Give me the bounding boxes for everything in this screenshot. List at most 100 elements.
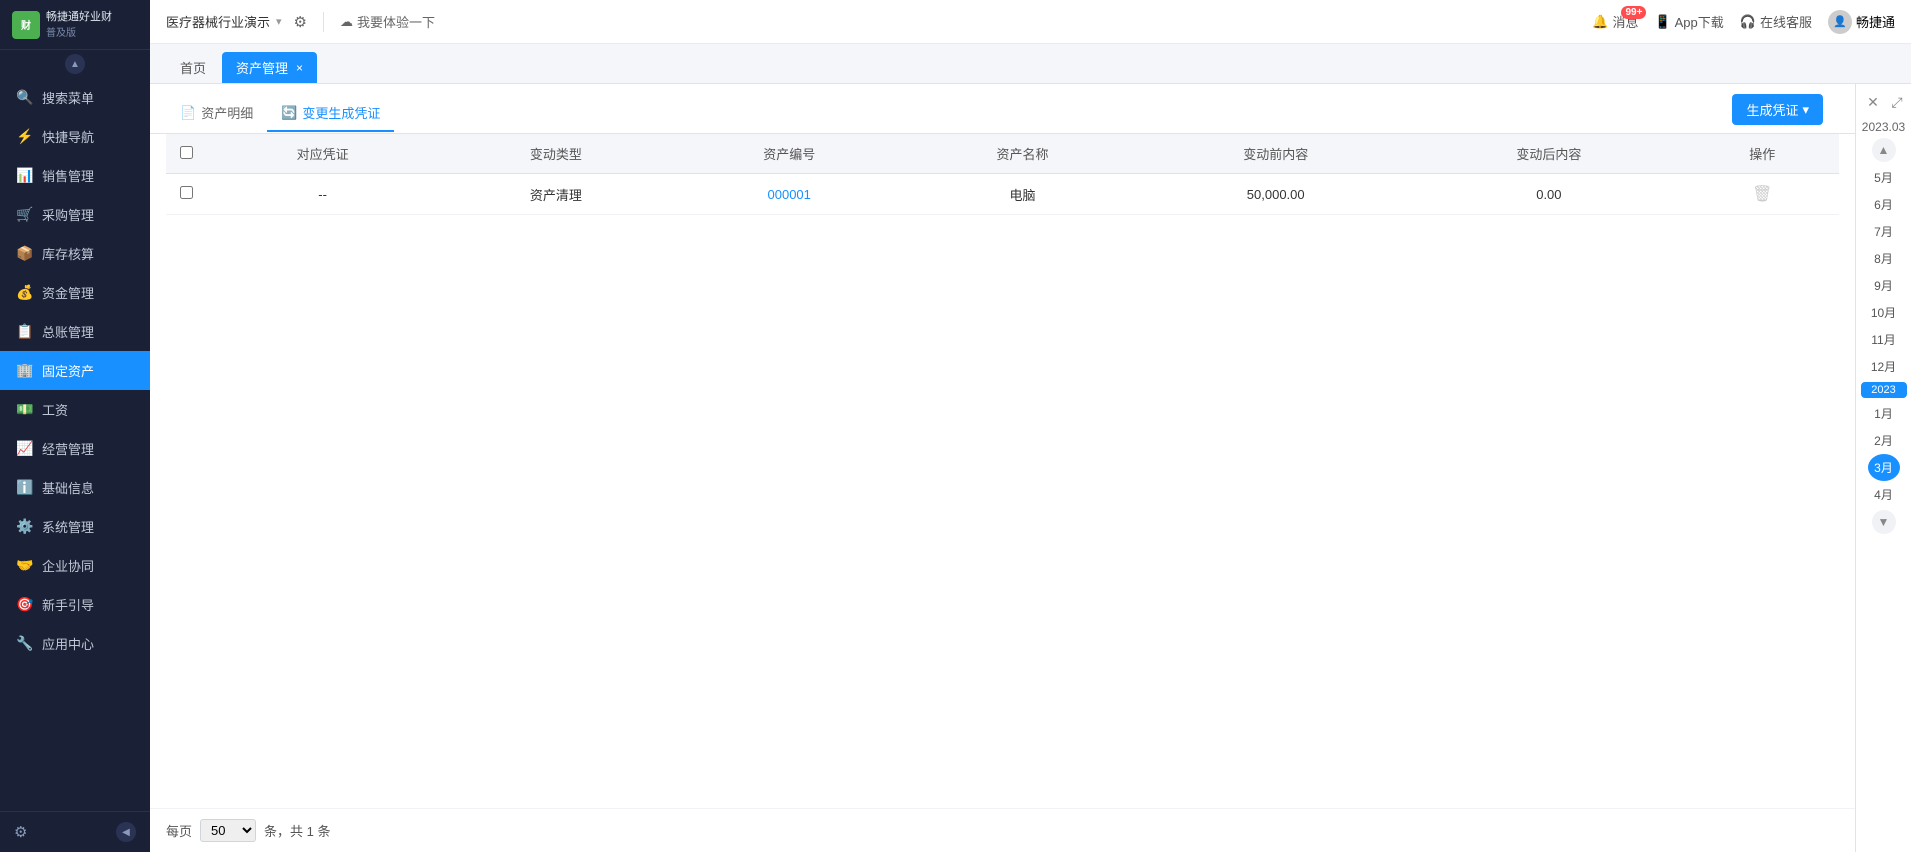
months-container: 5月6月7月8月9月10月11月12月 2023 1月2月3月4月: [1861, 164, 1907, 508]
sidebar-item-funds[interactable]: 💰 资金管理: [0, 273, 150, 312]
experience-btn[interactable]: ☁ 我要体验一下: [340, 12, 435, 31]
select-all-checkbox[interactable]: [180, 146, 193, 159]
row-asset-no: 000001: [673, 174, 906, 215]
ledger-icon: 📋: [16, 323, 34, 340]
month-item[interactable]: 6月: [1861, 191, 1907, 218]
col-voucher: 对应凭证: [206, 134, 439, 174]
quicknav-icon: ⚡: [16, 128, 34, 145]
basics-icon: ℹ️: [16, 479, 34, 496]
company-selector[interactable]: 医疗器械行业演示 ▾: [166, 12, 282, 31]
logo-text: 畅捷通好业财: [46, 10, 112, 24]
col-asset-no: 资产编号: [673, 134, 906, 174]
sidebar-item-assets[interactable]: 🏢 固定资产: [0, 351, 150, 390]
sidebar-item-apps[interactable]: 🔧 应用中心: [0, 624, 150, 663]
right-panel-header: ✕ ⤢: [1856, 88, 1911, 116]
sidebar-item-purchase[interactable]: 🛒 采购管理: [0, 195, 150, 234]
col-change-type: 变动类型: [439, 134, 672, 174]
cloud-icon: ☁: [340, 14, 353, 30]
sidebar-item-collab[interactable]: 🤝 企业协同: [0, 546, 150, 585]
asset-table: 对应凭证 变动类型 资产编号 资产名称 变动前内容 变动后内容 操作 -- 资产…: [166, 134, 1839, 215]
tab-home[interactable]: 首页: [166, 52, 220, 83]
notifications-btn[interactable]: 🔔 消息 99+: [1592, 12, 1638, 31]
month-item[interactable]: 3月: [1868, 454, 1900, 481]
table-header-row: 对应凭证 变动类型 资产编号 资产名称 变动前内容 变动后内容 操作: [166, 134, 1839, 174]
nav-tabs: 首页 资产管理 ×: [150, 44, 1911, 84]
panel-scroll-down[interactable]: ▼: [1872, 510, 1896, 534]
sidebar-collapse-btn[interactable]: ◀: [116, 822, 136, 842]
sub-tab-asset-detail[interactable]: 📄 资产明细: [166, 95, 267, 132]
sidebar-item-inventory[interactable]: 📦 库存核算: [0, 234, 150, 273]
month-item[interactable]: 11月: [1861, 326, 1907, 353]
pagination: 每页 102050100 条，共 1 条: [150, 808, 1855, 852]
sidebar-item-system[interactable]: ⚙️ 系统管理: [0, 507, 150, 546]
month-item[interactable]: 5月: [1861, 164, 1907, 191]
sub-tab-generate-voucher[interactable]: 🔄 变更生成凭证: [267, 95, 394, 132]
row-checkbox[interactable]: [180, 186, 193, 199]
panel-scroll-up[interactable]: ▲: [1872, 138, 1896, 162]
delete-icon[interactable]: 🗑: [1752, 186, 1772, 203]
generate-voucher-button[interactable]: 生成凭证 ▾: [1732, 94, 1823, 125]
table-row: -- 资产清理 000001 电脑 50,000.00 0.00 🗑: [166, 174, 1839, 215]
topbar-divider: [323, 12, 324, 32]
topbar-right: 🔔 消息 99+ 📱 App下载 🎧 在线客服 👤 畅捷通: [1592, 10, 1895, 34]
content-area: 📄 资产明细 🔄 变更生成凭证 生成凭证 ▾: [150, 84, 1911, 852]
col-action: 操作: [1685, 134, 1839, 174]
topbar: 医疗器械行业演示 ▾ ⚙ ☁ 我要体验一下 🔔 消息 99+ 📱 App下载 🎧…: [150, 0, 1911, 44]
tab-assets[interactable]: 资产管理 ×: [222, 52, 317, 83]
system-icon: ⚙️: [16, 518, 34, 535]
purchase-icon: 🛒: [16, 206, 34, 223]
inventory-icon: 📦: [16, 245, 34, 262]
row-after: 0.00: [1412, 174, 1685, 215]
month-item[interactable]: 9月: [1861, 272, 1907, 299]
month-item[interactable]: 2月: [1861, 427, 1907, 454]
sidebar: 财 畅捷通好业财 普及版 ▲ 🔍 搜索菜单 ⚡ 快捷导航 📊 销售管理 🛒 采购…: [0, 0, 150, 852]
sidebar-nav: 🔍 搜索菜单 ⚡ 快捷导航 📊 销售管理 🛒 采购管理 📦 库存核算 💰 资金管…: [0, 78, 150, 811]
change-icon: 🔄: [281, 105, 297, 121]
month-item[interactable]: 8月: [1861, 245, 1907, 272]
month-item[interactable]: 1月: [1861, 400, 1907, 427]
month-item[interactable]: 7月: [1861, 218, 1907, 245]
notification-badge: 99+: [1621, 6, 1646, 19]
bell-icon: 🔔: [1592, 14, 1608, 30]
sidebar-item-payroll[interactable]: 💵 工资: [0, 390, 150, 429]
per-page-select[interactable]: 102050100: [200, 819, 256, 842]
sidebar-footer: ⚙ ◀: [0, 811, 150, 852]
sidebar-item-sales[interactable]: 📊 销售管理: [0, 156, 150, 195]
year-badge: 2023: [1861, 382, 1907, 398]
close-panel-icon[interactable]: ✕: [1863, 92, 1883, 112]
detail-icon: 📄: [180, 105, 196, 121]
month-item[interactable]: 10月: [1861, 299, 1907, 326]
app-download-btn[interactable]: 📱 App下载: [1654, 12, 1723, 31]
sidebar-item-guide[interactable]: 🎯 新手引导: [0, 585, 150, 624]
main-area: 医疗器械行业演示 ▾ ⚙ ☁ 我要体验一下 🔔 消息 99+ 📱 App下载 🎧…: [150, 0, 1911, 852]
user-menu[interactable]: 👤 畅捷通: [1828, 10, 1895, 34]
funds-icon: 💰: [16, 284, 34, 301]
row-before: 50,000.00: [1139, 174, 1412, 215]
apps-icon: 🔧: [16, 635, 34, 652]
sidebar-item-basics[interactable]: ℹ️ 基础信息: [0, 468, 150, 507]
sidebar-item-operations[interactable]: 📈 经营管理: [0, 429, 150, 468]
row-action: 🗑: [1685, 174, 1839, 215]
col-asset-name: 资产名称: [906, 134, 1139, 174]
per-page-label: 每页: [166, 821, 192, 840]
total-label: 条，共 1 条: [264, 821, 330, 840]
month-item[interactable]: 4月: [1861, 481, 1907, 508]
search-icon: 🔍: [16, 89, 34, 106]
month-item[interactable]: 12月: [1861, 353, 1907, 380]
select-all-cell: [166, 134, 206, 174]
content-main: 📄 资产明细 🔄 变更生成凭证 生成凭证 ▾: [150, 84, 1855, 852]
sub-tabs: 📄 资产明细 🔄 变更生成凭证 生成凭证 ▾: [150, 84, 1855, 134]
topbar-settings-icon[interactable]: ⚙: [294, 13, 307, 31]
sidebar-item-search[interactable]: 🔍 搜索菜单: [0, 78, 150, 117]
expand-panel-icon[interactable]: ⤢: [1887, 92, 1907, 112]
row-change-type: 资产清理: [439, 174, 672, 215]
settings-icon[interactable]: ⚙: [14, 823, 27, 841]
sidebar-item-ledger[interactable]: 📋 总账管理: [0, 312, 150, 351]
logo-sub: 普及版: [46, 24, 112, 39]
customer-service-btn[interactable]: 🎧 在线客服: [1740, 12, 1812, 31]
col-after: 变动后内容: [1412, 134, 1685, 174]
sidebar-item-quicknav[interactable]: ⚡ 快捷导航: [0, 117, 150, 156]
right-panel: ✕ ⤢ 2023.03 ▲ 5月6月7月8月9月10月11月12月20231月2…: [1855, 84, 1911, 852]
sidebar-scroll-up[interactable]: ▲: [65, 54, 85, 74]
tab-close-icon[interactable]: ×: [296, 61, 303, 75]
